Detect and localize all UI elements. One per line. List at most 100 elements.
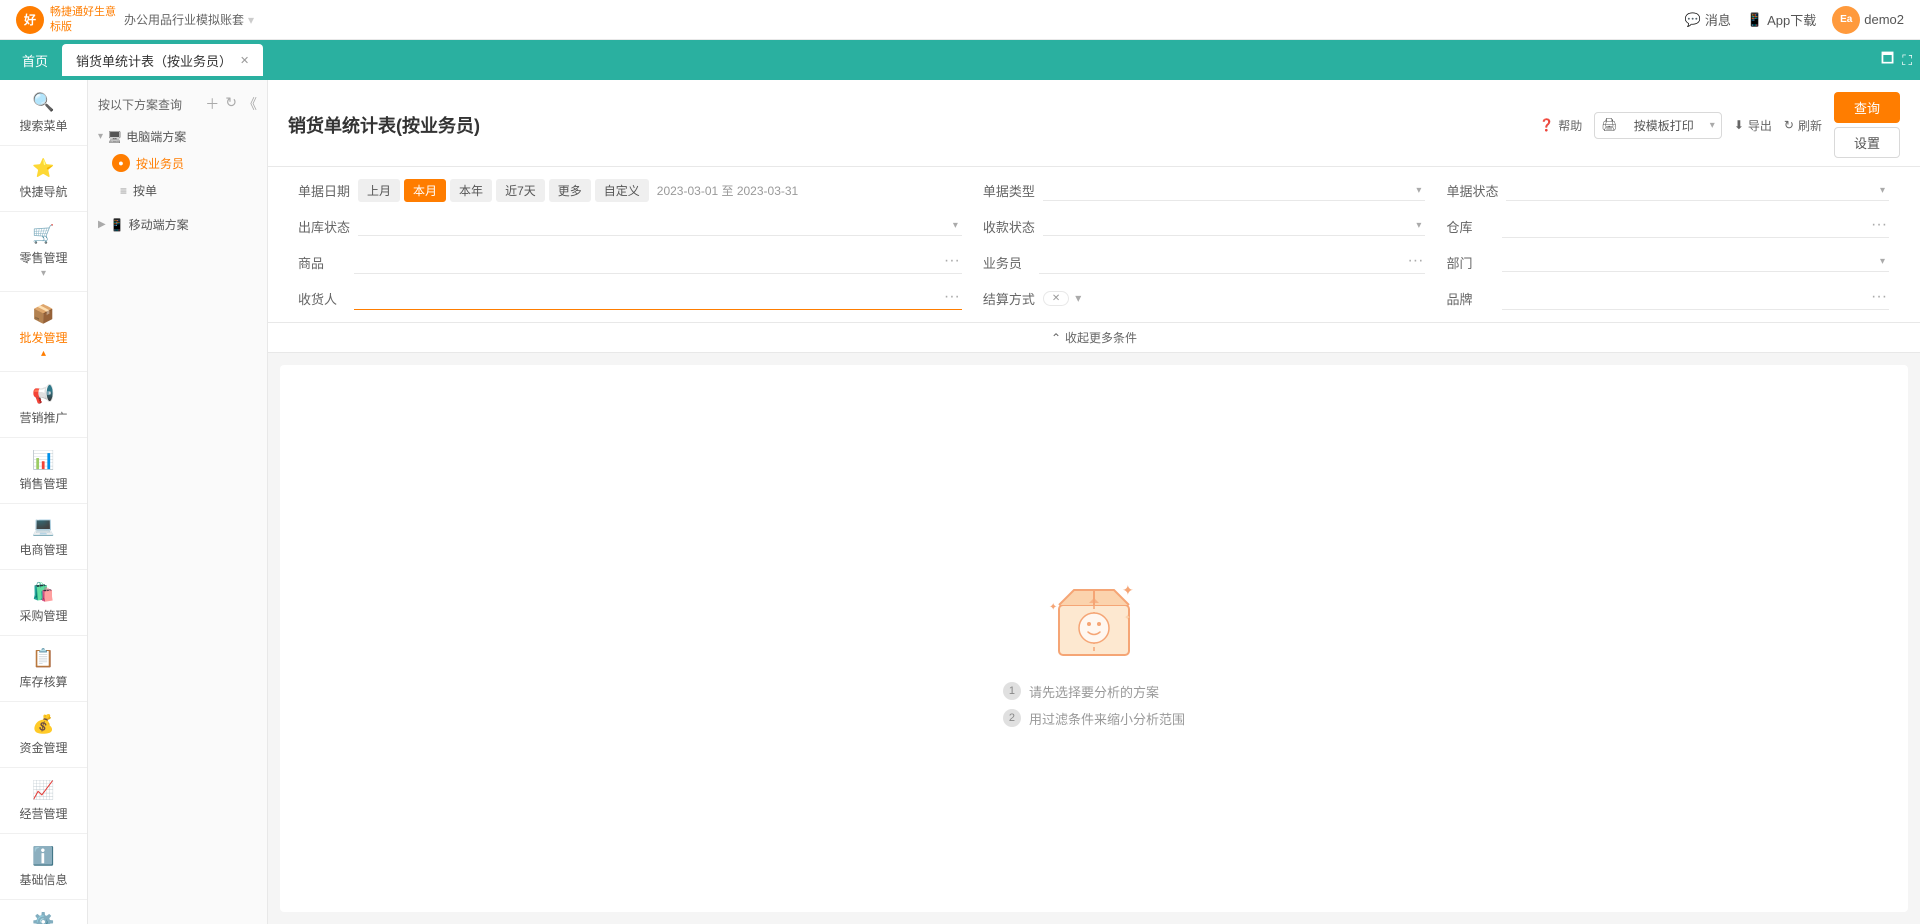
breadcrumb-dropdown-icon[interactable]: ▾ bbox=[248, 13, 254, 27]
settlement-clear-tag[interactable]: ✕ bbox=[1043, 291, 1069, 306]
sidebar-item-quick-nav[interactable]: ⭐ 快捷导航 bbox=[0, 146, 87, 212]
brand-more-icon[interactable]: ··· bbox=[1871, 288, 1887, 306]
query-button[interactable]: 查询 bbox=[1834, 92, 1900, 123]
date-btn-custom[interactable]: 自定义 bbox=[595, 179, 649, 202]
sales-stat-tab-label: 销货单统计表（按业务员） bbox=[76, 51, 232, 70]
refresh-scheme-icon[interactable]: ↻ bbox=[225, 94, 237, 114]
by-order-icon: ≡ bbox=[120, 184, 127, 198]
date-btn-more[interactable]: 更多 bbox=[549, 179, 591, 202]
collapse-scheme-icon[interactable]: 《 bbox=[243, 94, 257, 114]
sidebar-item-ecommerce[interactable]: 💻 电商管理 bbox=[0, 504, 87, 570]
warehouse-control: ··· bbox=[1502, 214, 1889, 238]
scheme-title: 按以下方案查询 bbox=[98, 96, 182, 113]
out-status-select[interactable]: ▾ bbox=[358, 216, 962, 236]
scheme-by-salesperson[interactable]: ● 按业务员 bbox=[88, 149, 267, 177]
sidebar-item-wholesale[interactable]: 📦 批发管理 ▴ bbox=[0, 292, 87, 372]
date-label: 单据日期 bbox=[298, 181, 350, 200]
department-arrow-icon: ▾ bbox=[1880, 256, 1885, 267]
settlement-arrow-icon[interactable]: ▾ bbox=[1075, 291, 1081, 305]
date-btn-last-7[interactable]: 近7天 bbox=[496, 179, 545, 202]
message-button[interactable]: 💬 消息 bbox=[1685, 10, 1731, 29]
export-button[interactable]: ⬇ 导出 bbox=[1734, 117, 1772, 134]
tab-close-icon[interactable]: ✕ bbox=[240, 54, 249, 67]
payment-status-arrow-icon: ▾ bbox=[1416, 220, 1421, 231]
sidebar-item-sales[interactable]: 📊 销售管理 bbox=[0, 438, 87, 504]
scheme-by-order[interactable]: ≡ 按单 bbox=[88, 177, 267, 204]
inventory-icon: 📋 bbox=[32, 646, 54, 671]
sidebar-item-basic[interactable]: ℹ️ 基础信息 bbox=[0, 834, 87, 900]
brand-control: ··· bbox=[1502, 286, 1889, 310]
sidebar-item-finance[interactable]: 💰 资金管理 bbox=[0, 702, 87, 768]
filter-row-2: 出库状态 ▾ 收款状态 ▾ bbox=[288, 214, 1900, 238]
department-select[interactable]: ▾ bbox=[1502, 252, 1889, 272]
doc-status-arrow-icon: ▾ bbox=[1880, 185, 1885, 196]
receiver-more-icon[interactable]: ··· bbox=[944, 288, 960, 306]
department-label: 部门 bbox=[1446, 253, 1494, 272]
scheme-toolbar: ＋ ↻ 《 bbox=[205, 94, 257, 114]
tab-sales-stat[interactable]: 销货单统计表（按业务员） ✕ bbox=[62, 44, 263, 76]
date-filter-buttons: 上月 本月 本年 近7天 更多 自定义 2023-03-01 至 2023-03… bbox=[358, 179, 962, 202]
tab-expand-icon[interactable]: ⛶ bbox=[1902, 52, 1912, 69]
sidebar-item-inventory[interactable]: 📋 库存核算 bbox=[0, 636, 87, 702]
doc-type-select[interactable]: ▾ bbox=[1043, 181, 1426, 201]
wholesale-icon: 📦 bbox=[32, 302, 54, 327]
salesperson-more-icon[interactable]: ··· bbox=[1407, 252, 1423, 270]
warehouse-more-icon[interactable]: ··· bbox=[1871, 216, 1887, 234]
tab-home[interactable]: 首页 bbox=[8, 44, 62, 76]
finance-icon: 💰 bbox=[32, 712, 54, 737]
settlement-control: ✕ ▾ bbox=[1043, 291, 1426, 306]
sidebar-item-operation[interactable]: 📈 经营管理 bbox=[0, 768, 87, 834]
salesperson-input[interactable] bbox=[1039, 250, 1426, 274]
print-button[interactable]: 按模板打印 bbox=[1624, 113, 1704, 138]
tab-minimize-icon[interactable]: 🗖 bbox=[1881, 48, 1894, 72]
collapse-arrow-icon: ⌃ bbox=[1051, 331, 1061, 345]
print-icon: 🖨 bbox=[1595, 113, 1624, 137]
marketing-icon: 📢 bbox=[32, 382, 54, 407]
sidebar-item-retail[interactable]: 🛒 零售管理 ▾ bbox=[0, 212, 87, 292]
collapse-bar[interactable]: ⌃ 收起更多条件 bbox=[268, 323, 1920, 353]
filter-department: 部门 ▾ bbox=[1436, 252, 1900, 272]
mobile-icon: 📱 bbox=[110, 218, 125, 232]
app-download-button[interactable]: 📱 App下载 bbox=[1747, 10, 1816, 29]
sidebar-item-marketing[interactable]: 📢 营销推广 bbox=[0, 372, 87, 438]
sidebar-item-system[interactable]: ⚙️ 系统管理 bbox=[0, 900, 87, 924]
refresh-button[interactable]: ↻ 刷新 bbox=[1784, 117, 1822, 134]
out-status-arrow-icon: ▾ bbox=[953, 220, 958, 231]
setting-button[interactable]: 设置 bbox=[1834, 127, 1900, 158]
doc-type-label: 单据类型 bbox=[983, 181, 1035, 200]
sidebar-item-purchase[interactable]: 🛍️ 采购管理 bbox=[0, 570, 87, 636]
filter-doc-status: 单据状态 ▾ bbox=[1436, 181, 1900, 201]
pc-scheme-title[interactable]: ▾ 🖥 电脑端方案 bbox=[88, 124, 267, 149]
goods-input[interactable] bbox=[354, 250, 962, 274]
logo-area: 好 畅捷通好生意 标版 bbox=[16, 5, 116, 34]
mobile-scheme-title[interactable]: ▶ 📱 移动端方案 bbox=[88, 212, 267, 237]
logo-text: 畅捷通好生意 标版 bbox=[50, 5, 116, 34]
payment-status-control: ▾ bbox=[1043, 216, 1426, 236]
date-btn-last-month[interactable]: 上月 bbox=[358, 179, 400, 202]
filter-warehouse: 仓库 ··· bbox=[1436, 214, 1900, 238]
brand-input[interactable] bbox=[1502, 286, 1889, 310]
salesperson-label: 业务员 bbox=[983, 253, 1031, 272]
collapse-label: 收起更多条件 bbox=[1065, 329, 1137, 346]
doc-type-arrow-icon: ▾ bbox=[1416, 185, 1421, 196]
payment-status-select[interactable]: ▾ bbox=[1043, 216, 1426, 236]
doc-status-select[interactable]: ▾ bbox=[1506, 181, 1889, 201]
filter-receiver: 收货人 ··· bbox=[288, 286, 973, 310]
print-dropdown-icon[interactable]: ▾ bbox=[1704, 116, 1721, 135]
print-button-group[interactable]: 🖨 按模板打印 ▾ bbox=[1594, 112, 1722, 139]
warehouse-input[interactable] bbox=[1502, 214, 1889, 238]
user-avatar-area[interactable]: Ea demo2 bbox=[1832, 6, 1904, 34]
help-button[interactable]: ❓ 帮助 bbox=[1539, 117, 1582, 134]
pc-icon: 🖥 bbox=[107, 130, 122, 144]
settlement-clear-icon: ✕ bbox=[1052, 293, 1060, 304]
date-btn-this-year[interactable]: 本年 bbox=[450, 179, 492, 202]
date-control: 上月 本月 本年 近7天 更多 自定义 2023-03-01 至 2023-03… bbox=[358, 179, 962, 202]
sidebar-item-search-menu[interactable]: 🔍 搜索菜单 bbox=[0, 80, 87, 146]
receiver-input[interactable] bbox=[354, 286, 962, 310]
quick-nav-icon: ⭐ bbox=[32, 156, 54, 181]
date-btn-this-month[interactable]: 本月 bbox=[404, 179, 446, 202]
wholesale-expand-icon: ▴ bbox=[41, 347, 46, 361]
goods-more-icon[interactable]: ··· bbox=[944, 252, 960, 270]
system-icon: ⚙️ bbox=[32, 910, 54, 924]
add-scheme-icon[interactable]: ＋ bbox=[205, 94, 219, 114]
